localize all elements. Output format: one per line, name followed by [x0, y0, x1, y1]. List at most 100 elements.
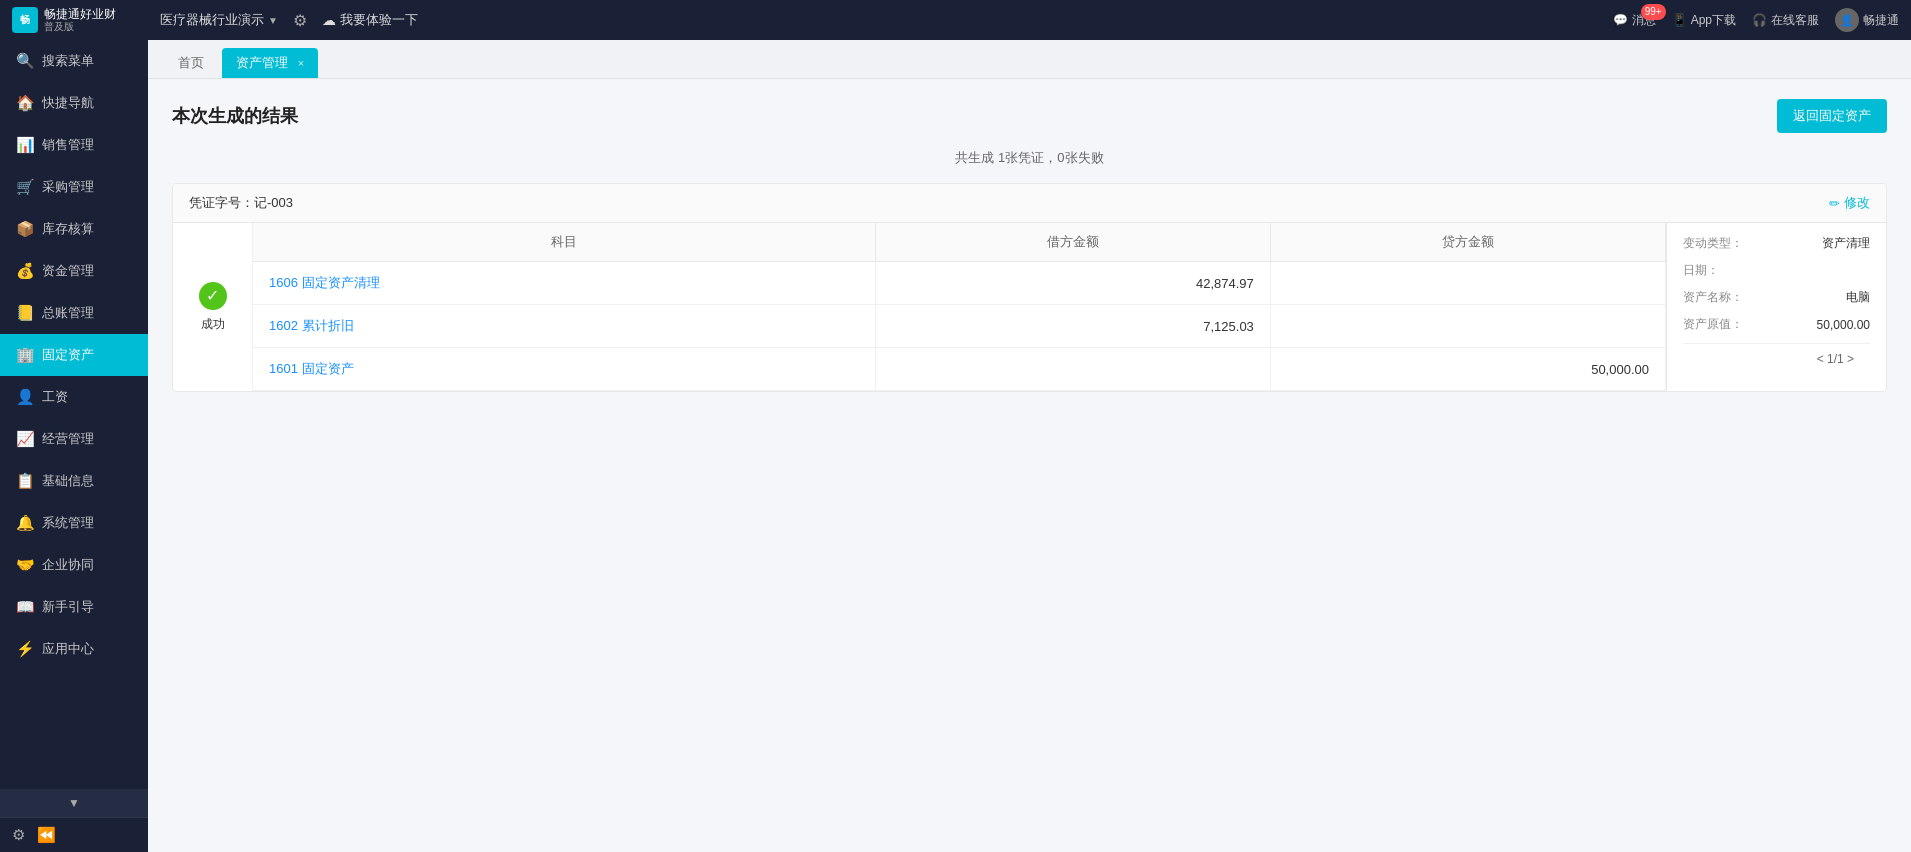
- asset-value-label: 资产原值：: [1683, 316, 1743, 333]
- dropdown-arrow-icon: ▼: [268, 15, 278, 26]
- sidebar-item-app-center[interactable]: ⚡应用中心: [0, 628, 148, 670]
- sidebar-label-quick-nav: 快捷导航: [42, 94, 94, 112]
- sidebar-icon-guide: 📖: [16, 598, 34, 616]
- online-service-button[interactable]: 🎧 在线客服: [1752, 12, 1819, 29]
- message-icon: 💬: [1613, 13, 1628, 27]
- success-icon: ✓: [199, 282, 227, 310]
- sidebar-icon-enterprise: 🤝: [16, 556, 34, 574]
- result-summary: 共生成 1张凭证，0张失败: [172, 149, 1887, 167]
- return-button[interactable]: 返回固定资产: [1777, 99, 1887, 133]
- sidebar-item-sales[interactable]: 📊销售管理: [0, 124, 148, 166]
- logo-sub: 普及版: [44, 21, 116, 33]
- sidebar: 🔍搜索菜单 🏠 快捷导航 📊销售管理🛒采购管理 📦 库存核算 💰 资金管理 📒总账管理 🏢 固定资产…: [0, 40, 148, 852]
- logo-title: 畅捷通好业财: [44, 7, 116, 21]
- header-settings-icon[interactable]: ⚙: [286, 6, 314, 34]
- sidebar-item-fixed-assets[interactable]: 🏢 固定资产: [0, 334, 148, 376]
- sidebar-icon-app-center: ⚡: [16, 640, 34, 658]
- sidebar-item-operations[interactable]: 📈经营管理: [0, 418, 148, 460]
- avatar-icon: 👤: [1840, 14, 1854, 27]
- voucher-body: ✓ 成功 科目 借方金额 贷方金额: [173, 223, 1886, 391]
- sidebar-icon-purchase: 🛒: [16, 178, 34, 196]
- sidebar-icon-inventory: 📦: [16, 220, 34, 238]
- cloud-icon: ☁: [322, 12, 336, 28]
- tab-close-icon[interactable]: ×: [298, 57, 304, 69]
- pagination[interactable]: < 1/1 >: [1683, 343, 1870, 374]
- subject-cell: 1602 累计折旧: [253, 305, 875, 348]
- app-download-button[interactable]: 📱 App下载: [1672, 12, 1736, 29]
- sidebar-item-system[interactable]: 🔔 系统管理: [0, 502, 148, 544]
- sidebar-icon-search-menu: 🔍: [16, 52, 34, 70]
- page-content: 本次生成的结果 返回固定资产 共生成 1张凭证，0张失败 凭证字号：记-003 …: [148, 79, 1911, 852]
- logo-icon: 畅: [12, 7, 38, 33]
- service-icon: 🎧: [1752, 13, 1767, 27]
- app-download-label: App下载: [1691, 12, 1736, 29]
- sidebar-label-basic-info: 基础信息: [42, 472, 94, 490]
- sidebar-label-operations: 经营管理: [42, 430, 94, 448]
- company-name: 医疗器械行业演示: [160, 11, 264, 29]
- user-name: 畅捷通: [1863, 12, 1899, 29]
- sidebar-label-system: 系统管理: [42, 514, 94, 532]
- sidebar-label-payroll: 工资: [42, 388, 68, 406]
- voucher-card: 凭证字号：记-003 ✏ 修改 ✓ 成功: [172, 183, 1887, 392]
- tab-home[interactable]: 首页: [164, 48, 218, 78]
- date-label: 日期：: [1683, 262, 1719, 279]
- edit-button[interactable]: ✏ 修改: [1829, 194, 1870, 212]
- sidebar-icon-system: 🔔: [16, 514, 34, 532]
- sidebar-item-quick-nav[interactable]: 🏠 快捷导航: [0, 82, 148, 124]
- trial-button[interactable]: ☁ 我要体验一下: [322, 11, 418, 29]
- trial-label: 我要体验一下: [340, 11, 418, 29]
- online-service-label: 在线客服: [1771, 12, 1819, 29]
- header-center: 医疗器械行业演示 ▼ ⚙ ☁ 我要体验一下: [160, 6, 1613, 34]
- content-area: 首页 资产管理 × 本次生成的结果 返回固定资产 共生成 1张凭证，0张失败 凭…: [148, 40, 1911, 852]
- page-title: 本次生成的结果: [172, 104, 298, 128]
- sidebar-label-inventory: 库存核算: [42, 220, 94, 238]
- sidebar-item-enterprise[interactable]: 🤝 企业协同: [0, 544, 148, 586]
- sidebar-label-sales: 销售管理: [42, 136, 94, 154]
- tab-label: 资产管理: [236, 55, 288, 70]
- sidebar-scroll: 🔍搜索菜单 🏠 快捷导航 📊销售管理🛒采购管理 📦 库存核算 💰 资金管理 📒总账管理 🏢 固定资产…: [0, 40, 148, 789]
- sidebar-item-inventory[interactable]: 📦 库存核算: [0, 208, 148, 250]
- sidebar-item-purchase[interactable]: 🛒采购管理: [0, 166, 148, 208]
- status-text: 成功: [201, 316, 225, 333]
- sidebar-icon-fixed-assets: 🏢: [16, 346, 34, 364]
- sidebar-settings-icon[interactable]: ⚙: [12, 826, 25, 844]
- edit-label: 修改: [1844, 194, 1870, 212]
- sidebar-bottom: ⚙ ⏪: [0, 817, 148, 852]
- message-badge: 99+: [1641, 4, 1666, 20]
- header-right: 💬 消息 99+ 📱 App下载 🎧 在线客服 👤 畅捷通: [1613, 8, 1899, 32]
- sidebar-label-guide: 新手引导: [42, 598, 94, 616]
- sidebar-item-guide[interactable]: 📖 新手引导: [0, 586, 148, 628]
- sidebar-item-search-menu[interactable]: 🔍搜索菜单: [0, 40, 148, 82]
- logo-area: 畅 畅捷通好业财 普及版: [12, 7, 160, 33]
- change-type-label: 变动类型：: [1683, 235, 1743, 252]
- credit-cell: 50,000.00: [1270, 348, 1665, 391]
- sidebar-icon-payroll: 👤: [16, 388, 34, 406]
- main-layout: 🔍搜索菜单 🏠 快捷导航 📊销售管理🛒采购管理 📦 库存核算 💰 资金管理 📒总账管理 🏢 固定资产…: [0, 40, 1911, 852]
- asset-name-label: 资产名称：: [1683, 289, 1743, 306]
- sidebar-item-payroll[interactable]: 👤 工资: [0, 376, 148, 418]
- sidebar-label-fixed-assets: 固定资产: [42, 346, 94, 364]
- company-selector[interactable]: 医疗器械行业演示 ▼: [160, 11, 278, 29]
- subject-cell: 1606 固定资产清理: [253, 262, 875, 305]
- subject-cell: 1601 固定资产: [253, 348, 875, 391]
- table-row: 1601 固定资产 50,000.00: [253, 348, 1666, 391]
- sidebar-icon-quick-nav: 🏠: [16, 94, 34, 112]
- sidebar-item-ledger[interactable]: 📒总账管理: [0, 292, 148, 334]
- sidebar-item-basic-info[interactable]: 📋基础信息: [0, 460, 148, 502]
- sidebar-label-ledger: 总账管理: [42, 304, 94, 322]
- change-type-value: 资产清理: [1822, 235, 1870, 252]
- sidebar-item-finance[interactable]: 💰 资金管理: [0, 250, 148, 292]
- tab-asset-management[interactable]: 资产管理 ×: [222, 48, 318, 78]
- sidebar-scroll-down[interactable]: ▼: [0, 789, 148, 817]
- table-row: 1606 固定资产清理 42,874.97: [253, 262, 1666, 305]
- sidebar-label-enterprise: 企业协同: [42, 556, 94, 574]
- user-menu-button[interactable]: 👤 畅捷通: [1835, 8, 1899, 32]
- sidebar-label-finance: 资金管理: [42, 262, 94, 280]
- asset-name-value: 电脑: [1846, 289, 1870, 306]
- debit-cell: 7,125.03: [875, 305, 1270, 348]
- sidebar-collapse-icon[interactable]: ⏪: [37, 826, 56, 844]
- avatar: 👤: [1835, 8, 1859, 32]
- message-button[interactable]: 💬 消息 99+: [1613, 12, 1656, 29]
- sidebar-icon-finance: 💰: [16, 262, 34, 280]
- debit-cell: [875, 348, 1270, 391]
